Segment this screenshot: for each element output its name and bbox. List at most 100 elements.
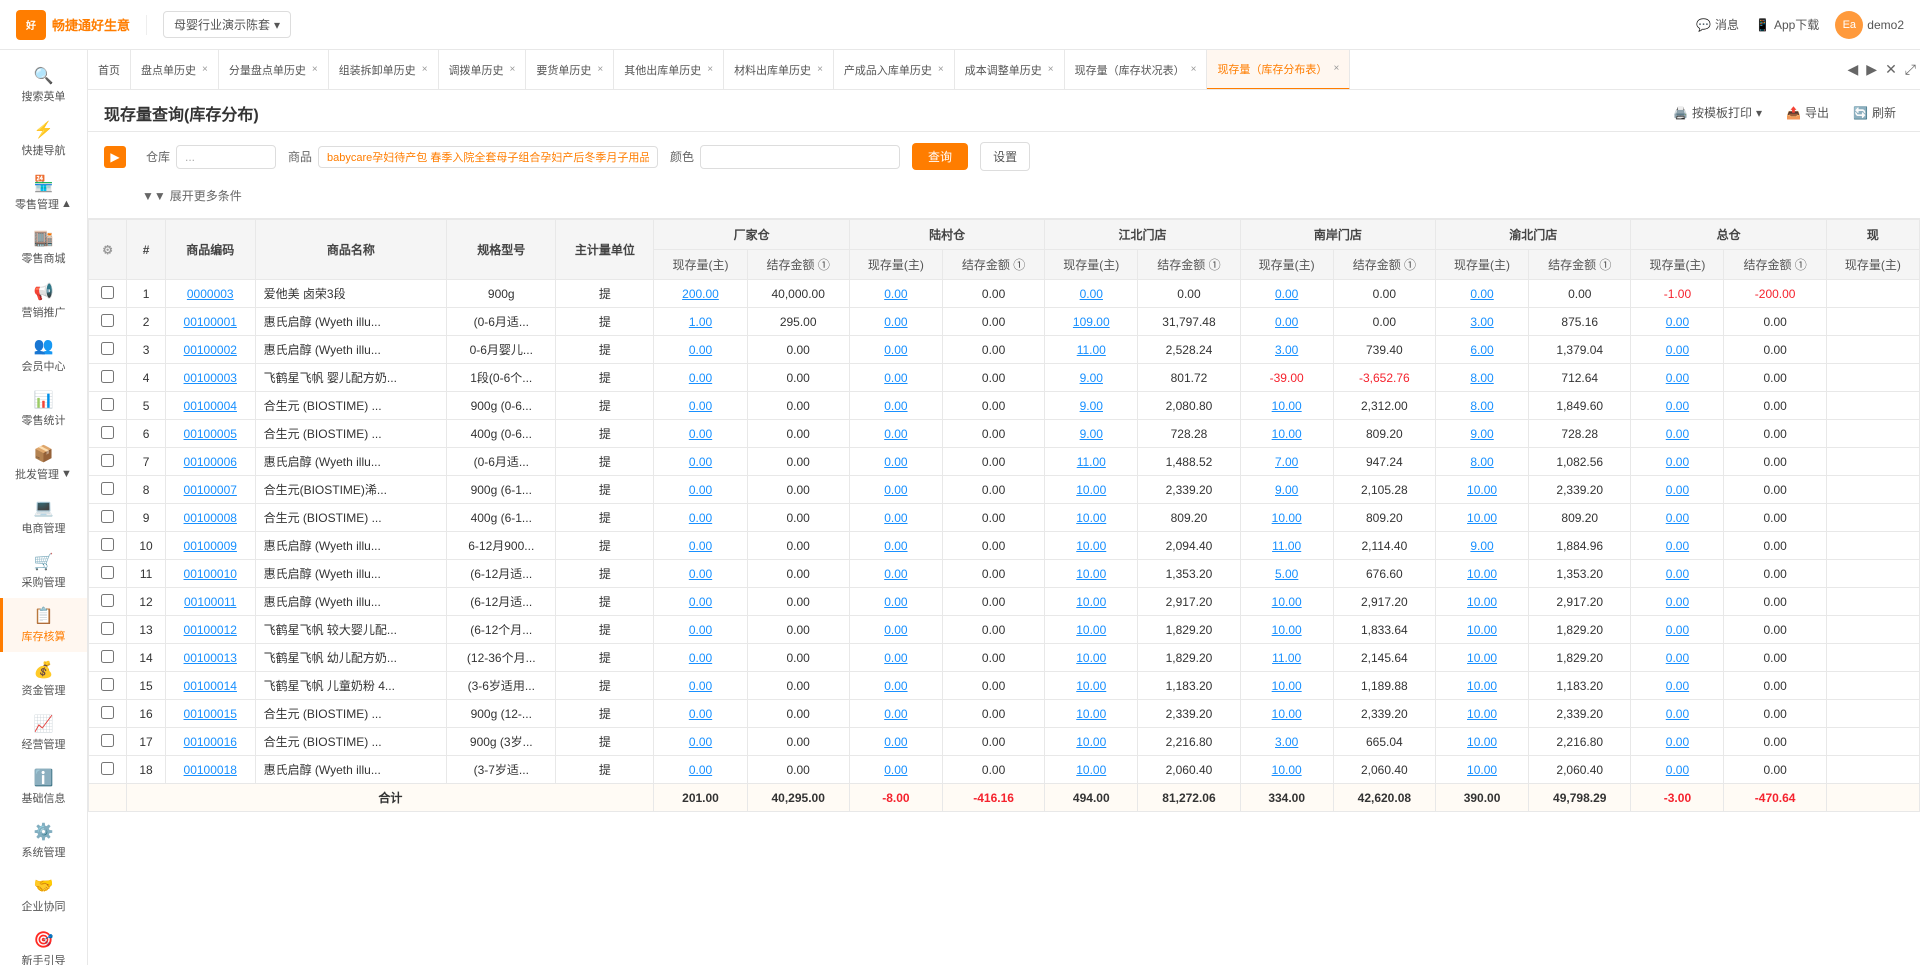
close-icon[interactable]: × xyxy=(422,64,428,75)
print-btn[interactable]: 🖨️ 按模板打印 ▾ xyxy=(1665,100,1770,125)
app-download-btn[interactable]: 📱 App下载 xyxy=(1755,16,1819,33)
row-checkbox[interactable] xyxy=(89,532,127,560)
tab-assembly[interactable]: 组装拆卸单历史 × xyxy=(329,50,439,90)
row-checkbox[interactable] xyxy=(89,336,127,364)
search-button[interactable]: 查询 xyxy=(912,143,968,170)
row-checkbox[interactable] xyxy=(89,476,127,504)
refresh-btn[interactable]: 🔄 刷新 xyxy=(1845,100,1904,125)
sidebar-item-retail-stats[interactable]: 📊 零售统计 xyxy=(0,382,87,436)
store-selector[interactable]: 母婴行业演示陈套 ▾ xyxy=(163,11,291,38)
user-area[interactable]: Ea demo2 xyxy=(1835,11,1904,39)
row-yb-stock: 8.00 xyxy=(1436,364,1529,392)
row-checkbox[interactable] xyxy=(89,392,127,420)
color-input[interactable] xyxy=(700,145,900,169)
tab-product-inbound[interactable]: 产成品入库单历史 × xyxy=(834,50,955,90)
sidebar-item-retail[interactable]: 🏪 零售管理 ▲ xyxy=(0,166,87,220)
phone-icon: 📱 xyxy=(1755,18,1770,32)
message-btn[interactable]: 💬 消息 xyxy=(1696,16,1739,33)
row-cjc-amount: 295.00 xyxy=(747,308,849,336)
settings-button[interactable]: 设置 xyxy=(980,142,1030,171)
close-icon[interactable]: × xyxy=(1191,64,1197,75)
close-icon[interactable]: × xyxy=(1333,63,1339,74)
sidebar-item-nav[interactable]: ⚡ 快捷导航 xyxy=(0,112,87,166)
tab-sub-inventory[interactable]: 分量盘点单历史 × xyxy=(219,50,329,90)
close-icon[interactable]: × xyxy=(938,64,944,75)
row-yb-stock: 10.00 xyxy=(1436,728,1529,756)
sidebar-item-collab[interactable]: 🤝 企业协同 xyxy=(0,868,87,922)
app-label: App下载 xyxy=(1774,16,1819,33)
row-checkbox[interactable] xyxy=(89,700,127,728)
row-index: 17 xyxy=(127,728,166,756)
sidebar-item-label: 快捷导航 xyxy=(22,142,66,158)
gear-icon[interactable]: ⚙ xyxy=(102,243,113,257)
row-checkbox[interactable] xyxy=(89,364,127,392)
row-zc-stock: 0.00 xyxy=(1631,336,1724,364)
sidebar-item-wholesale[interactable]: 📦 批发管理 ▼ xyxy=(0,436,87,490)
tab-stock-dist[interactable]: 现存量（库存分布表） × xyxy=(1207,50,1350,90)
row-checkbox[interactable] xyxy=(89,644,127,672)
sidebar-item-member[interactable]: 👥 会员中心 xyxy=(0,328,87,382)
row-checkbox[interactable] xyxy=(89,756,127,784)
sidebar-item-inventory[interactable]: 📋 库存核算 xyxy=(0,598,87,652)
close-icon[interactable]: × xyxy=(817,64,823,75)
row-checkbox[interactable] xyxy=(89,280,127,308)
close-icon[interactable]: × xyxy=(597,64,603,75)
sidebar-item-mall[interactable]: 🏬 零售商城 xyxy=(0,220,87,274)
sidebar-item-marketing[interactable]: 📢 营销推广 xyxy=(0,274,87,328)
tab-expand-btn[interactable]: ⤢ xyxy=(1901,61,1920,78)
table-area: ⚙ # 商品编码 商品名称 规格型号 主计量单位 厂家仓 陆村仓 江北门店 南岸… xyxy=(88,219,1920,965)
sidebar-item-system[interactable]: ⚙️ 系统管理 xyxy=(0,814,87,868)
row-code: 00100015 xyxy=(165,700,255,728)
tab-prev-btn[interactable]: ◀ xyxy=(1844,61,1863,78)
sidebar-item-purchase[interactable]: 🛒 采购管理 xyxy=(0,544,87,598)
product-input[interactable] xyxy=(318,146,658,168)
col-gear[interactable]: ⚙ xyxy=(89,220,127,280)
row-code: 00100010 xyxy=(165,560,255,588)
row-cjc-stock: 0.00 xyxy=(654,756,747,784)
tab-other-outbound[interactable]: 其他出库单历史 × xyxy=(614,50,724,90)
tab-label: 材料出库单历史 xyxy=(734,62,811,78)
close-icon[interactable]: × xyxy=(1048,64,1054,75)
tab-stock-status[interactable]: 现存量（库存状况表） × xyxy=(1065,50,1208,90)
sidebar-item-search[interactable]: 🔍 搜索英单 xyxy=(0,58,87,112)
table-row: 6 00100005 合生元 (BIOSTIME) ... 400g (0-6.… xyxy=(89,420,1920,448)
row-unit: 提 xyxy=(556,700,654,728)
row-checkbox[interactable] xyxy=(89,560,127,588)
sidebar-item-basic[interactable]: ℹ️ 基础信息 xyxy=(0,760,87,814)
tab-cost-adjust[interactable]: 成本调整单历史 × xyxy=(955,50,1065,90)
tab-next-btn[interactable]: ▶ xyxy=(1862,61,1881,78)
close-icon[interactable]: × xyxy=(707,64,713,75)
row-checkbox[interactable] xyxy=(89,504,127,532)
row-checkbox[interactable] xyxy=(89,448,127,476)
row-zc-amount: 0.00 xyxy=(1724,448,1826,476)
expand-conditions-btn[interactable]: ▼▼ 展开更多条件 xyxy=(134,183,1904,208)
row-code: 00100014 xyxy=(165,672,255,700)
row-checkbox[interactable] xyxy=(89,420,127,448)
tab-transfer[interactable]: 调拨单历史 × xyxy=(439,50,527,90)
sidebar-item-ecommerce[interactable]: 💻 电商管理 xyxy=(0,490,87,544)
tab-home[interactable]: 首页 xyxy=(88,50,131,90)
warehouse-input[interactable] xyxy=(176,145,276,169)
row-zc-stock: 0.00 xyxy=(1631,420,1724,448)
export-btn[interactable]: 📤 导出 xyxy=(1778,100,1837,125)
row-checkbox[interactable] xyxy=(89,308,127,336)
sidebar-item-operations[interactable]: 📈 经营管理 xyxy=(0,706,87,760)
row-cjc-amount: 0.00 xyxy=(747,336,849,364)
tab-requisition[interactable]: 要货单历史 × xyxy=(526,50,614,90)
tab-close-all-btn[interactable]: ✕ xyxy=(1881,61,1901,78)
collapse-btn[interactable]: ▶ xyxy=(104,146,126,168)
row-checkbox[interactable] xyxy=(89,616,127,644)
sidebar-item-finance[interactable]: 💰 资金管理 xyxy=(0,652,87,706)
row-checkbox[interactable] xyxy=(89,728,127,756)
sidebar-item-label: 采购管理 xyxy=(22,574,66,590)
row-code: 00100013 xyxy=(165,644,255,672)
close-icon[interactable]: × xyxy=(202,64,208,75)
tab-material-outbound[interactable]: 材料出库单历史 × xyxy=(724,50,834,90)
tab-inventory-check[interactable]: 盘点单历史 × xyxy=(131,50,219,90)
close-icon[interactable]: × xyxy=(312,64,318,75)
close-icon[interactable]: × xyxy=(510,64,516,75)
row-checkbox[interactable] xyxy=(89,672,127,700)
row-checkbox[interactable] xyxy=(89,588,127,616)
sidebar-item-guide[interactable]: 🎯 新手引导 xyxy=(0,922,87,965)
row-jb-stock: 109.00 xyxy=(1045,308,1138,336)
